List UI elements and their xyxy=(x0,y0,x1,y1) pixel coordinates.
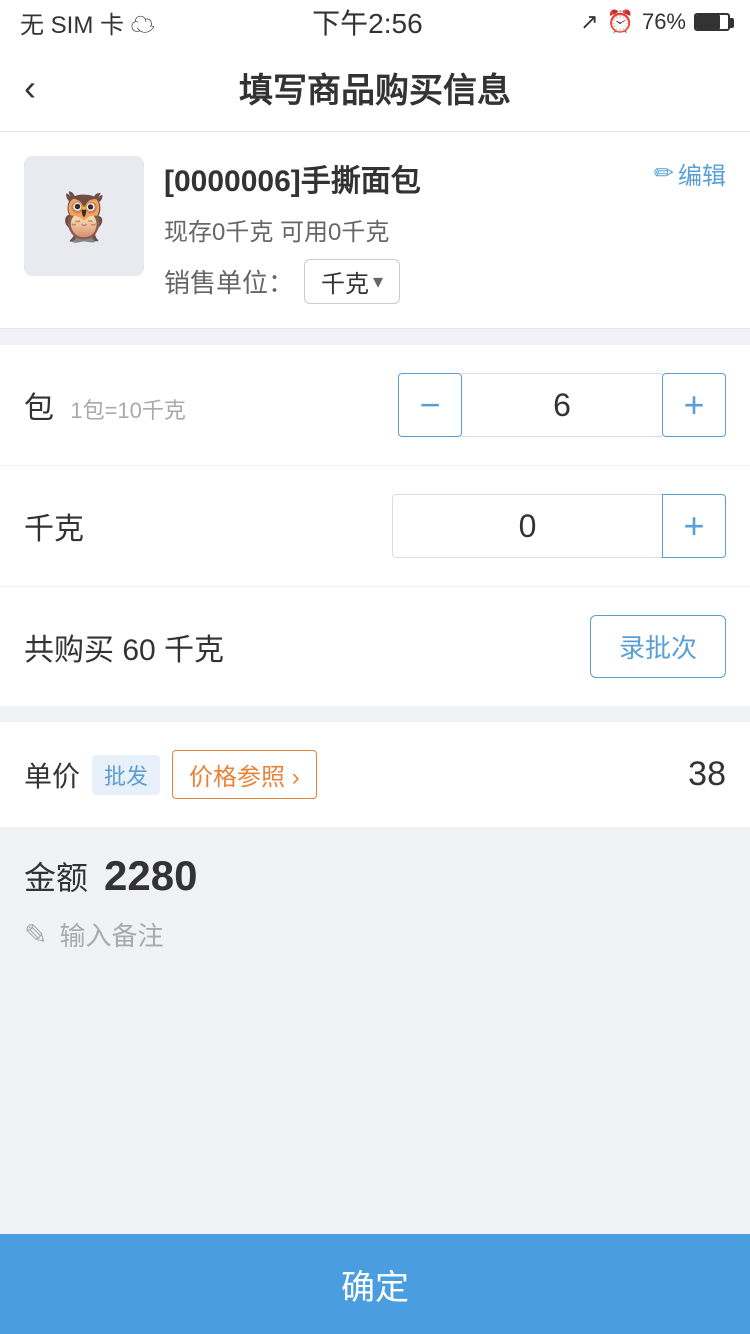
price-ref-button[interactable]: 价格参照 › xyxy=(172,750,317,799)
note-hint: 输入备注 xyxy=(59,916,163,953)
kg-label: 千克 xyxy=(24,504,392,548)
kg-increase-button[interactable]: + xyxy=(662,494,726,558)
divider-1 xyxy=(0,329,750,345)
amount-value: 2280 xyxy=(104,852,197,900)
page-title: 填写商品购买信息 xyxy=(239,63,511,112)
back-button[interactable]: ‹ xyxy=(24,67,36,109)
bag-increase-button[interactable]: + xyxy=(662,373,726,437)
edit-icon: ✏ xyxy=(654,159,674,188)
bag-qty-control: − + xyxy=(398,373,726,437)
product-stock: 现存0千克 可用0千克 xyxy=(164,212,726,247)
unit-value: 千克 xyxy=(321,264,369,299)
sim-label: 无 SIM 卡 ☁ xyxy=(20,5,155,40)
kg-qty-input[interactable] xyxy=(392,494,662,558)
product-unit: 销售单位： 千克 ▾ xyxy=(164,259,726,304)
product-thumbnail: 🦉 xyxy=(24,156,144,276)
bag-qty-input[interactable] xyxy=(462,373,662,437)
price-label: 单价 xyxy=(24,755,80,795)
alarm-icon: ⏰ xyxy=(607,9,634,35)
product-logo: 🦉 xyxy=(54,188,114,245)
unit-label: 销售单位： xyxy=(164,263,294,300)
chevron-down-icon: ▾ xyxy=(373,269,383,294)
divider-2 xyxy=(0,706,750,722)
edit-label: 编辑 xyxy=(678,156,726,191)
note-row[interactable]: ✎ 输入备注 xyxy=(24,908,726,977)
price-tag: 批发 xyxy=(92,755,160,795)
battery-label: 76% xyxy=(642,9,686,35)
kg-qty-control: + xyxy=(392,494,726,558)
note-icon: ✎ xyxy=(24,918,47,951)
summary-row: 共购买 60 千克 录批次 xyxy=(0,587,750,706)
product-card: 🦉 [0000006]手撕面包 现存0千克 可用0千克 销售单位： 千克 ▾ ✏… xyxy=(0,132,750,329)
edit-button[interactable]: ✏ 编辑 xyxy=(654,156,726,191)
confirm-button[interactable]: 确定 xyxy=(0,1234,750,1334)
bag-decrease-button[interactable]: − xyxy=(398,373,462,437)
battery-icon xyxy=(694,13,730,31)
status-right: ↗ ⏰ 76% xyxy=(580,9,730,35)
amount-row: 金额 2280 xyxy=(24,852,726,908)
bag-row: 包 1包=10千克 − + xyxy=(0,345,750,466)
price-row: 单价 批发 价格参照 › 38 xyxy=(0,722,750,828)
price-section: 单价 批发 价格参照 › 38 xyxy=(0,722,750,828)
status-left: 无 SIM 卡 ☁ xyxy=(20,5,155,40)
status-time: 下午2:56 xyxy=(312,2,423,42)
status-bar: 无 SIM 卡 ☁ 下午2:56 ↗ ⏰ 76% xyxy=(0,0,750,44)
kg-row: 千克 + xyxy=(0,466,750,587)
nav-bar: ‹ 填写商品购买信息 xyxy=(0,44,750,132)
unit-select[interactable]: 千克 ▾ xyxy=(304,259,400,304)
location-icon: ↗ xyxy=(580,9,598,35)
summary-text: 共购买 60 千克 xyxy=(24,625,224,669)
price-value: 38 xyxy=(688,755,726,794)
amount-section: 金额 2280 ✎ 输入备注 xyxy=(0,828,750,977)
amount-label: 金额 xyxy=(24,853,88,899)
product-info: [0000006]手撕面包 现存0千克 可用0千克 销售单位： 千克 ▾ xyxy=(164,156,726,304)
bag-hint: 1包=10千克 xyxy=(70,398,186,423)
batch-button[interactable]: 录批次 xyxy=(590,615,726,678)
input-section: 包 1包=10千克 − + 千克 + xyxy=(0,345,750,587)
product-name: [0000006]手撕面包 xyxy=(164,156,726,200)
bag-label: 包 1包=10千克 xyxy=(24,383,398,427)
